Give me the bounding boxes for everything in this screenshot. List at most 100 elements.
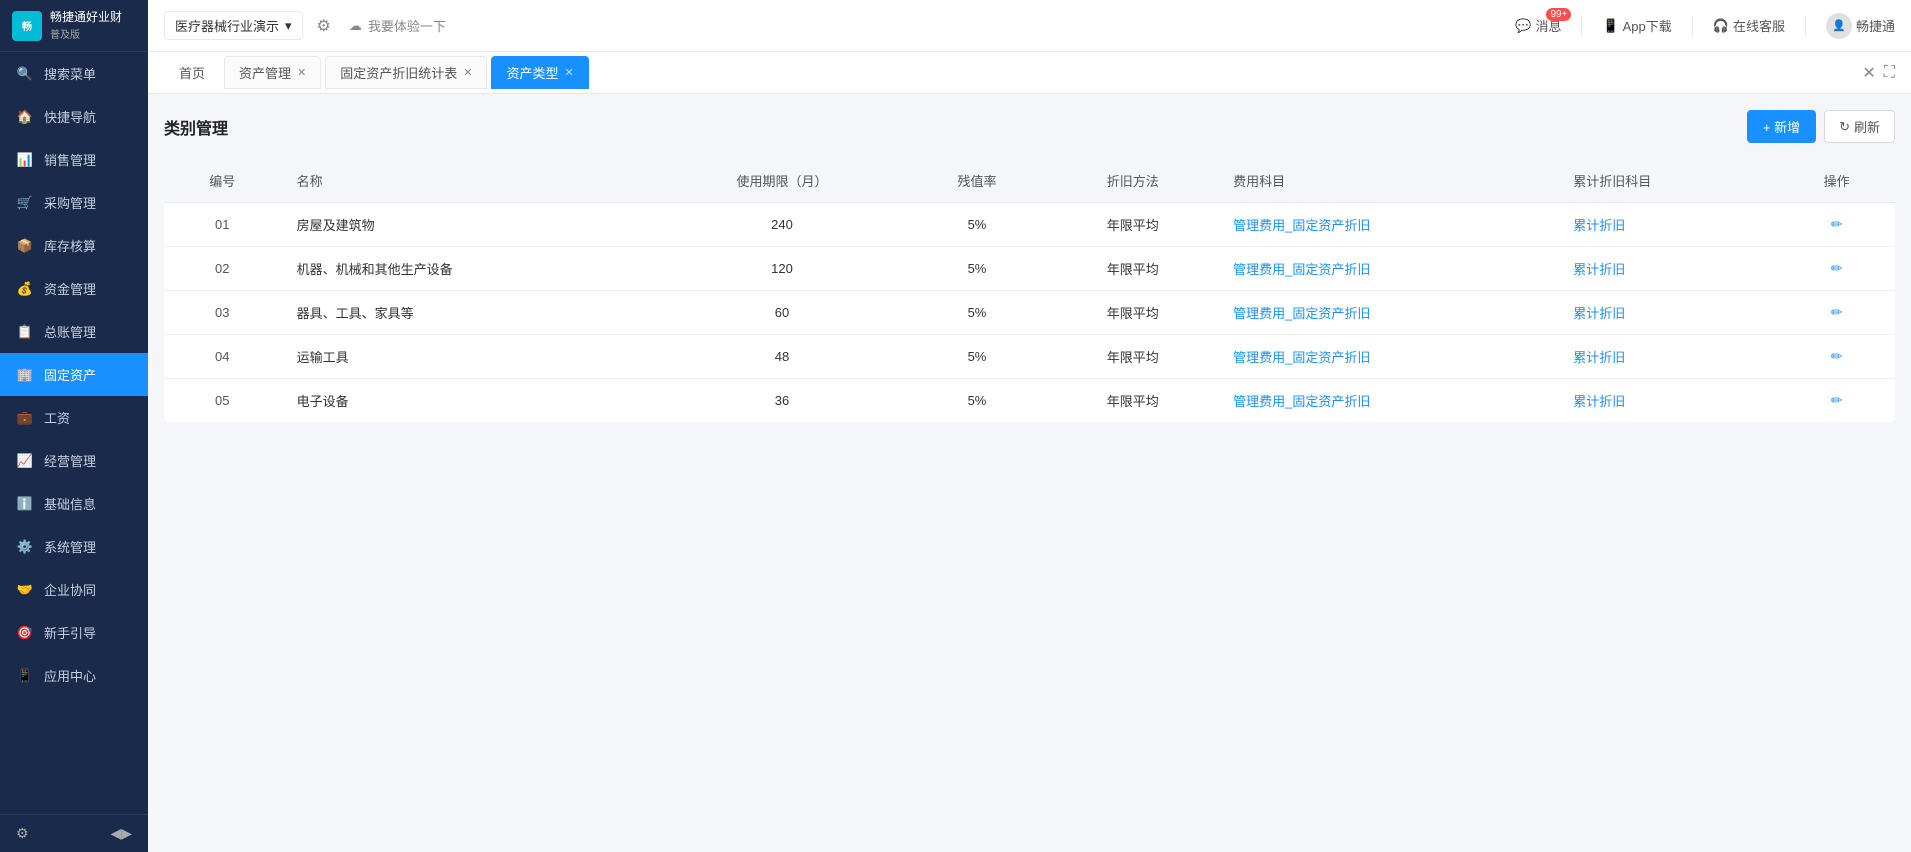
sidebar-item-system[interactable]: ⚙️ 系统管理 (0, 525, 148, 568)
purchase-icon: 🛒 (16, 194, 34, 212)
sidebar-item-inventory[interactable]: 📦 库存核算 (0, 224, 148, 267)
sidebar-item-label: 总账管理 (44, 322, 96, 341)
cell-period: 48 (658, 335, 905, 379)
customer-service-button[interactable]: 🎧 在线客服 (1713, 16, 1785, 35)
messages-badge: 99+ (1546, 8, 1571, 21)
avatar: 👤 (1826, 13, 1852, 39)
content-header: 类别管理 + 新增 ↻ 刷新 (164, 110, 1895, 143)
topbar-right: 💬 消息 99+ 📱 App下载 🎧 在线客服 👤 畅捷通 (1515, 13, 1895, 39)
cloud-icon: ☁ (349, 18, 362, 34)
col-expense-account: 费用科目 (1217, 159, 1557, 203)
experience-button[interactable]: ☁ 我要体验一下 (349, 16, 446, 35)
cell-period: 240 (658, 203, 905, 247)
col-period: 使用期限（月） (658, 159, 905, 203)
settings-icon[interactable]: ⚙ (16, 825, 29, 842)
phone-icon: 📱 (1602, 18, 1618, 34)
sidebar-item-label: 工资 (44, 408, 70, 427)
sidebar-item-fixed-assets[interactable]: 🏢 固定资产 (0, 353, 148, 396)
settings-gear-icon[interactable]: ⚙ (317, 16, 331, 36)
sidebar-item-label: 固定资产 (44, 365, 96, 384)
cell-accum-account: 累计折旧 (1557, 335, 1778, 379)
cell-method: 年限平均 (1048, 291, 1217, 335)
sidebar-item-quick-nav[interactable]: 🏠 快捷导航 (0, 95, 148, 138)
sidebar-item-search-menu[interactable]: 🔍 搜索菜单 (0, 52, 148, 95)
sidebar-item-app-center[interactable]: 📱 应用中心 (0, 654, 148, 697)
edit-icon[interactable]: ✏ (1831, 392, 1843, 408)
tab-asset-type-close[interactable]: ✕ (565, 66, 574, 79)
table-row: 02 机器、机械和其他生产设备 120 5% 年限平均 管理费用_固定资产折旧 … (164, 247, 1895, 291)
tab-asset-type-label: 资产类型 (506, 63, 558, 82)
refresh-button[interactable]: ↻ 刷新 (1824, 110, 1895, 143)
cell-method: 年限平均 (1048, 335, 1217, 379)
cell-accum-account: 累计折旧 (1557, 291, 1778, 335)
tab-asset-mgmt-close[interactable]: ✕ (297, 66, 306, 79)
tab-fixed-asset-table[interactable]: 固定资产折旧统计表 ✕ (325, 56, 487, 89)
content-area: 类别管理 + 新增 ↻ 刷新 编号 名称 使用期限（月） 残值率 折旧方法 (148, 94, 1911, 852)
fixed-assets-icon: 🏢 (16, 366, 34, 384)
sidebar-item-label: 企业协同 (44, 580, 96, 599)
edit-icon[interactable]: ✏ (1831, 260, 1843, 276)
cell-action: ✏ (1778, 335, 1895, 379)
sidebar-item-payroll[interactable]: 💼 工资 (0, 396, 148, 439)
sales-icon: 📊 (16, 151, 34, 169)
sidebar-item-sales[interactable]: 📊 销售管理 (0, 138, 148, 181)
sidebar-item-label: 快捷导航 (44, 107, 96, 126)
tab-home[interactable]: 首页 (164, 56, 220, 89)
sidebar-item-enterprise[interactable]: 🤝 企业协同 (0, 568, 148, 611)
add-button[interactable]: + 新增 (1747, 110, 1816, 143)
cell-accum-account: 累计折旧 (1557, 379, 1778, 423)
cell-name: 机器、机械和其他生产设备 (281, 247, 659, 291)
workspace-dropdown-icon: ▾ (285, 18, 292, 34)
sidebar-item-label: 经营管理 (44, 451, 96, 470)
cell-accum-account: 累计折旧 (1557, 203, 1778, 247)
logo-sub: 普及版 (50, 26, 122, 41)
operations-icon: 📈 (16, 452, 34, 470)
cell-code: 03 (164, 291, 281, 335)
sidebar-item-ledger[interactable]: 📋 总账管理 (0, 310, 148, 353)
tab-asset-type[interactable]: 资产类型 ✕ (491, 56, 588, 89)
cell-period: 60 (658, 291, 905, 335)
page-title: 类别管理 (164, 115, 228, 139)
divider-1 (1581, 16, 1582, 36)
capital-icon: 💰 (16, 280, 34, 298)
tab-home-label: 首页 (179, 63, 205, 82)
sidebar-footer: ⚙ ◀▶ (0, 814, 148, 852)
message-icon: 💬 (1515, 18, 1531, 34)
cell-expense-account: 管理费用_固定资产折旧 (1217, 247, 1557, 291)
tab-maximize-icon[interactable]: ⛶ (1884, 64, 1895, 82)
sidebar-item-operations[interactable]: 📈 经营管理 (0, 439, 148, 482)
cell-action: ✏ (1778, 203, 1895, 247)
cell-expense-account: 管理费用_固定资产折旧 (1217, 379, 1557, 423)
cell-residual: 5% (906, 379, 1049, 423)
col-action: 操作 (1778, 159, 1895, 203)
sidebar-item-label: 采购管理 (44, 193, 96, 212)
refresh-icon: ↻ (1839, 119, 1850, 135)
sidebar-item-label: 基础信息 (44, 494, 96, 513)
topbar: 医疗器械行业演示 ▾ ⚙ ☁ 我要体验一下 💬 消息 99+ 📱 App下载 🎧… (148, 0, 1911, 52)
cell-accum-account: 累计折旧 (1557, 247, 1778, 291)
tab-asset-mgmt[interactable]: 资产管理 ✕ (224, 56, 321, 89)
sidebar-item-purchase[interactable]: 🛒 采购管理 (0, 181, 148, 224)
sidebar-item-capital[interactable]: 💰 资金管理 (0, 267, 148, 310)
messages-button[interactable]: 💬 消息 99+ (1515, 16, 1561, 35)
edit-icon[interactable]: ✏ (1831, 304, 1843, 320)
edit-icon[interactable]: ✏ (1831, 348, 1843, 364)
collapse-icon[interactable]: ◀▶ (110, 825, 132, 842)
tab-close-window-icon[interactable]: ✕ (1862, 63, 1875, 83)
search-menu-icon: 🔍 (16, 65, 34, 83)
tab-fixed-asset-table-close[interactable]: ✕ (463, 66, 472, 79)
tabbar: 首页 资产管理 ✕ 固定资产折旧统计表 ✕ 资产类型 ✕ ✕ ⛶ (148, 52, 1911, 94)
app-download-button[interactable]: 📱 App下载 (1602, 16, 1671, 35)
sidebar-item-label: 搜索菜单 (44, 64, 96, 83)
edit-icon[interactable]: ✏ (1831, 216, 1843, 232)
col-method: 折旧方法 (1048, 159, 1217, 203)
payroll-icon: 💼 (16, 409, 34, 427)
sidebar-item-basic-info[interactable]: ℹ️ 基础信息 (0, 482, 148, 525)
workspace-selector[interactable]: 医疗器械行业演示 ▾ (164, 11, 303, 40)
sidebar-item-guide[interactable]: 🎯 新手引导 (0, 611, 148, 654)
user-menu[interactable]: 👤 畅捷通 (1826, 13, 1895, 39)
content-actions: + 新增 ↻ 刷新 (1747, 110, 1895, 143)
cell-code: 02 (164, 247, 281, 291)
data-table: 编号 名称 使用期限（月） 残值率 折旧方法 费用科目 累计折旧科目 操作 01… (164, 159, 1895, 422)
cell-expense-account: 管理费用_固定资产折旧 (1217, 335, 1557, 379)
